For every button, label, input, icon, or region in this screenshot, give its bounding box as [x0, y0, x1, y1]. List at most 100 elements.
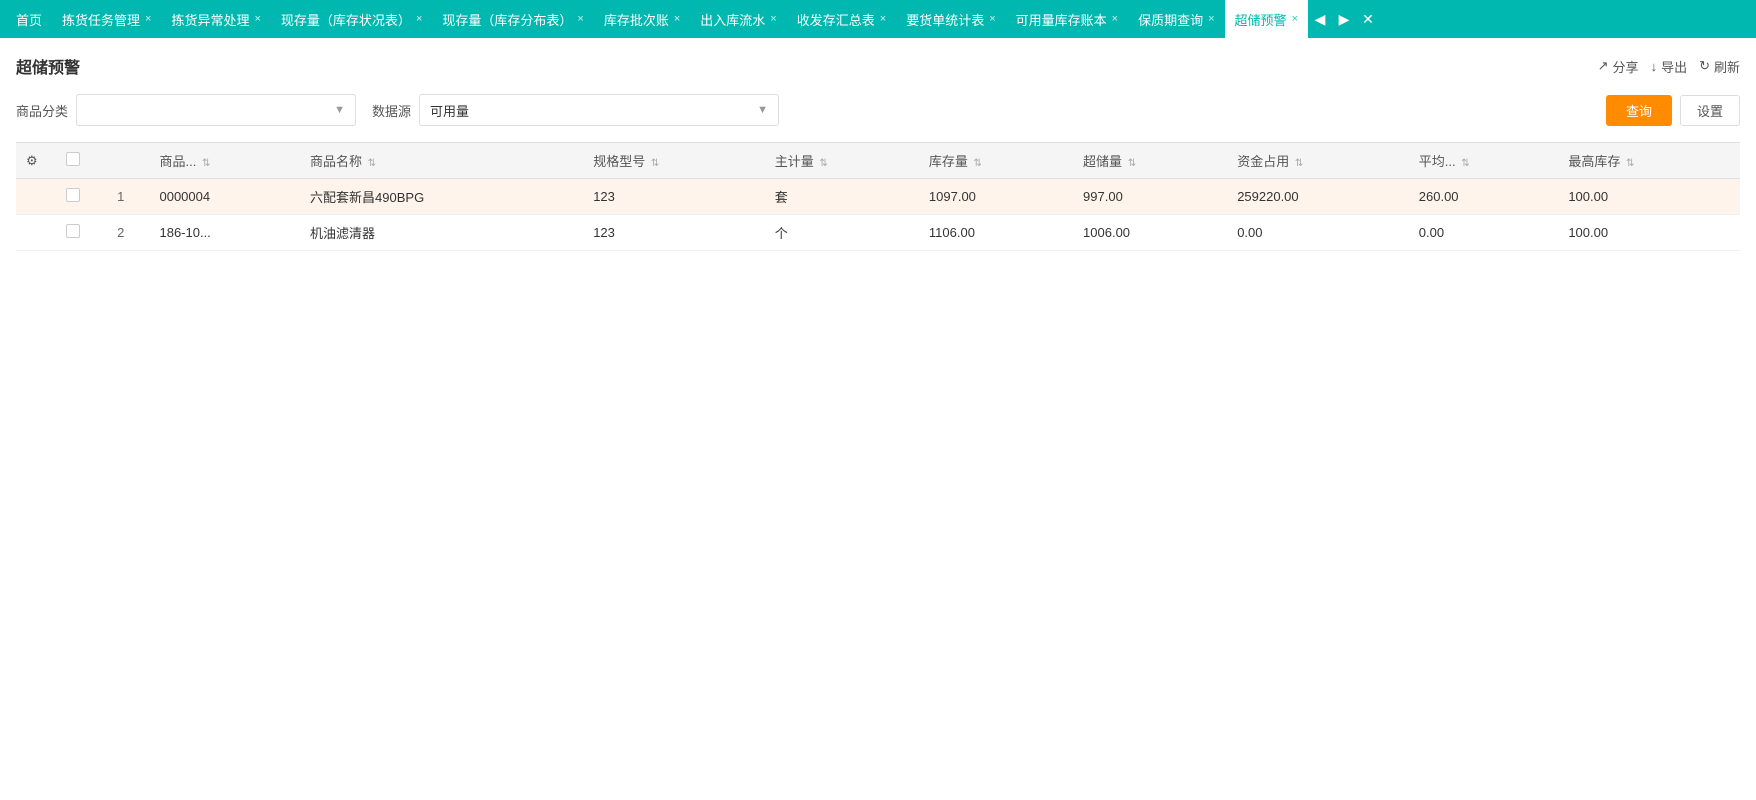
query-button[interactable]: 查询 — [1606, 95, 1672, 126]
nav-item-可用量库存账本[interactable]: 可用量库存账本× — [1006, 0, 1128, 38]
data-table: ⚙ 商品... ⇅ 商品名称 ⇅ 规格型号 ⇅ — [16, 142, 1740, 251]
row-cell: 个 — [765, 215, 919, 251]
sort-icon: ⇅ — [202, 158, 210, 169]
th-avg: 平均... ⇅ — [1409, 143, 1559, 179]
sort-icon: ⇅ — [1461, 158, 1469, 169]
table-body: 10000004六配套新昌490BPG123套1097.00997.002592… — [16, 179, 1740, 251]
nav-item-保质期查询[interactable]: 保质期查询× — [1128, 0, 1224, 38]
datasource-label: 数据源 — [372, 101, 411, 120]
nav-item-超储预警[interactable]: 超储预警× — [1225, 0, 1308, 38]
sort-icon: ⇅ — [1128, 158, 1136, 169]
category-filter: 商品分类 ▼ — [16, 94, 356, 126]
chevron-down-icon: ▼ — [757, 104, 768, 116]
th-name: 商品名称 ⇅ — [300, 143, 583, 179]
row-cell: 123 — [583, 215, 765, 251]
th-spec: 规格型号 ⇅ — [583, 143, 765, 179]
share-button[interactable]: ↗ 分享 — [1598, 57, 1639, 76]
page-title: 超储预警 — [16, 54, 80, 78]
row-settings-cell — [16, 179, 56, 215]
sort-icon: ⇅ — [368, 158, 376, 169]
row-cell: 六配套新昌490BPG — [300, 179, 583, 215]
close-icon[interactable]: × — [416, 13, 422, 25]
row-cell: 0000004 — [149, 179, 300, 215]
row-check-cell — [56, 179, 92, 215]
row-cell: 100.00 — [1558, 179, 1740, 215]
row-cell: 997.00 — [1073, 179, 1227, 215]
row-checkbox[interactable] — [66, 224, 80, 238]
close-icon[interactable]: × — [880, 13, 886, 25]
title-actions: ↗ 分享 ↓ 导出 ↻ 刷新 — [1598, 57, 1740, 76]
sort-icon: ⇅ — [1626, 158, 1634, 169]
row-cell: 0.00 — [1409, 215, 1559, 251]
nav-item-首页[interactable]: 首页 — [6, 0, 52, 38]
row-cell: 260.00 — [1409, 179, 1559, 215]
table-header: ⚙ 商品... ⇅ 商品名称 ⇅ 规格型号 ⇅ — [16, 143, 1740, 179]
page-title-row: 超储预警 ↗ 分享 ↓ 导出 ↻ 刷新 — [16, 54, 1740, 78]
th-stock: 库存量 ⇅ — [919, 143, 1073, 179]
row-settings-cell — [16, 215, 56, 251]
row-cell: 套 — [765, 179, 919, 215]
th-maxstock: 最高库存 ⇅ — [1558, 143, 1740, 179]
sort-icon: ⇅ — [651, 158, 659, 169]
nav-item-要货单统计表[interactable]: 要货单统计表× — [896, 0, 1005, 38]
category-label: 商品分类 — [16, 101, 68, 120]
top-nav: 首页拣货任务管理×拣货异常处理×现存量（库存状况表）×现存量（库存分布表）×库存… — [0, 0, 1756, 38]
nav-item-库存批次账[interactable]: 库存批次账× — [594, 0, 690, 38]
refresh-button[interactable]: ↻ 刷新 — [1699, 57, 1740, 76]
th-unit: 主计量 ⇅ — [765, 143, 919, 179]
row-number: 1 — [92, 179, 149, 215]
nav-item-出入库流水[interactable]: 出入库流水× — [690, 0, 786, 38]
close-icon[interactable]: × — [1112, 13, 1118, 25]
th-check — [56, 143, 92, 179]
row-cell: 259220.00 — [1227, 179, 1409, 215]
row-cell: 1006.00 — [1073, 215, 1227, 251]
close-icon[interactable]: × — [1208, 13, 1214, 25]
row-cell: 机油滤清器 — [300, 215, 583, 251]
sort-icon: ⇅ — [974, 158, 982, 169]
nav-item-现存量库存分布表[interactable]: 现存量（库存分布表）× — [432, 0, 593, 38]
extra-arrow[interactable]: ✕ — [1356, 0, 1380, 38]
next-arrow[interactable]: ▶ — [1332, 0, 1356, 38]
refresh-icon: ↻ — [1699, 58, 1710, 74]
row-cell: 1106.00 — [919, 215, 1073, 251]
row-cell: 0.00 — [1227, 215, 1409, 251]
row-checkbox[interactable] — [66, 188, 80, 202]
nav-item-收发存汇总表[interactable]: 收发存汇总表× — [787, 0, 896, 38]
row-number: 2 — [92, 215, 149, 251]
header-checkbox[interactable] — [66, 152, 80, 166]
row-check-cell — [56, 215, 92, 251]
export-button[interactable]: ↓ 导出 — [1651, 57, 1688, 76]
category-select[interactable]: ▼ — [76, 94, 356, 126]
settings-button[interactable]: 设置 — [1680, 95, 1740, 126]
prev-arrow[interactable]: ◀ — [1308, 0, 1332, 38]
table-row: 2186-10...机油滤清器123个1106.001006.000.000.0… — [16, 215, 1740, 251]
datasource-select[interactable]: 可用量 ▼ — [419, 94, 779, 126]
share-icon: ↗ — [1598, 58, 1609, 74]
datasource-filter: 数据源 可用量 ▼ — [372, 94, 779, 126]
row-cell: 1097.00 — [919, 179, 1073, 215]
row-cell: 100.00 — [1558, 215, 1740, 251]
nav-item-拣货任务管理[interactable]: 拣货任务管理× — [52, 0, 161, 38]
nav-item-现存量库存状况表[interactable]: 现存量（库存状况表）× — [271, 0, 432, 38]
export-icon: ↓ — [1651, 59, 1658, 74]
row-cell: 186-10... — [149, 215, 300, 251]
close-icon[interactable]: × — [145, 13, 151, 25]
settings-icon: ⚙ — [26, 153, 38, 168]
close-icon[interactable]: × — [674, 13, 680, 25]
action-buttons: 查询 设置 — [1606, 95, 1740, 126]
close-icon[interactable]: × — [577, 13, 583, 25]
sort-icon: ⇅ — [819, 158, 827, 169]
row-cell: 123 — [583, 179, 765, 215]
sort-icon: ⇅ — [1295, 158, 1303, 169]
close-icon[interactable]: × — [989, 13, 995, 25]
close-icon[interactable]: × — [1292, 13, 1298, 25]
th-overstock: 超储量 ⇅ — [1073, 143, 1227, 179]
th-index — [92, 143, 149, 179]
th-capital: 资金占用 ⇅ — [1227, 143, 1409, 179]
th-settings: ⚙ — [16, 143, 56, 179]
main-content: 超储预警 ↗ 分享 ↓ 导出 ↻ 刷新 商品分类 ▼ 数据源 — [0, 38, 1756, 800]
nav-item-拣货异常处理[interactable]: 拣货异常处理× — [161, 0, 270, 38]
close-icon[interactable]: × — [770, 13, 776, 25]
filter-row: 商品分类 ▼ 数据源 可用量 ▼ 查询 设置 — [16, 94, 1740, 126]
close-icon[interactable]: × — [254, 13, 260, 25]
